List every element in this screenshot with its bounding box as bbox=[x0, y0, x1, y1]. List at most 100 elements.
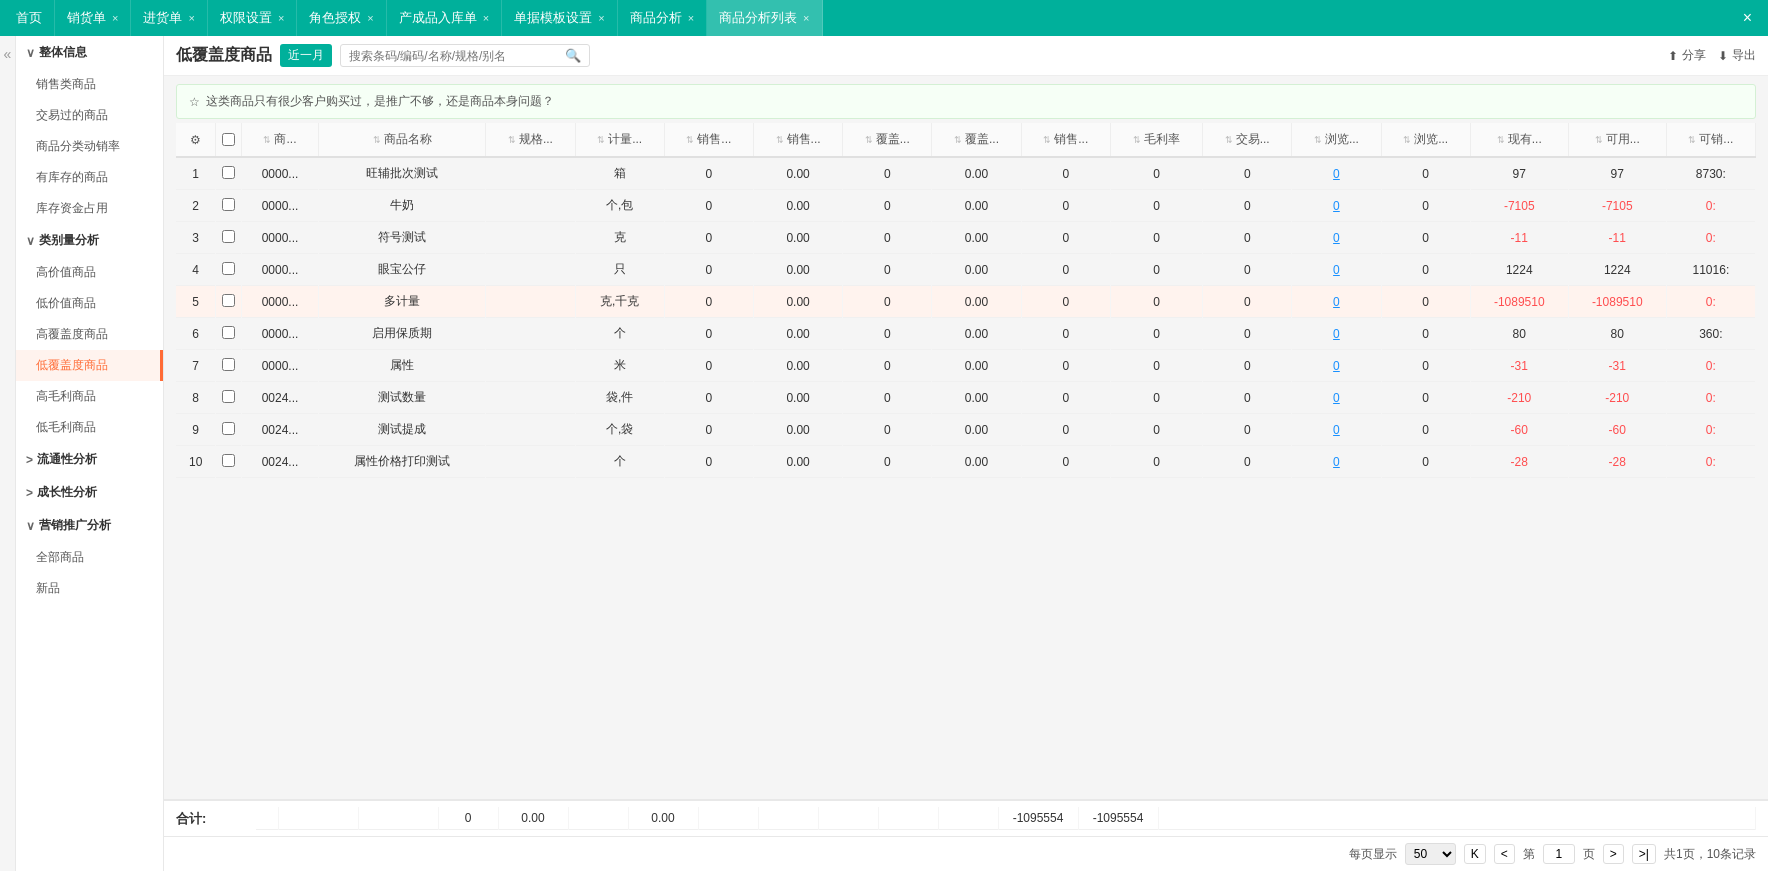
data-table-container[interactable]: ⚙ ⇅商... ⇅商品名称 ⇅规格... ⇅计量... ⇅销售... ⇅销售..… bbox=[176, 123, 1756, 799]
main-layout: « ∨ 整体信息 销售类商品 交易过的商品 商品分类动销率 有库存的商品 库存资… bbox=[0, 36, 1768, 871]
export-button[interactable]: ⬇ 导出 bbox=[1718, 47, 1756, 64]
sidebar-section-category[interactable]: ∨ 类别量分析 bbox=[16, 224, 163, 257]
row-browse1[interactable]: 0 bbox=[1292, 286, 1381, 318]
row-browse1[interactable]: 0 bbox=[1292, 222, 1381, 254]
sidebar-item-low-coverage[interactable]: 低覆盖度商品 bbox=[16, 350, 163, 381]
select-all-checkbox[interactable] bbox=[222, 133, 235, 146]
col-current-stock[interactable]: ⇅现有... bbox=[1470, 123, 1568, 157]
sidebar-item-in-stock[interactable]: 有库存的商品 bbox=[16, 162, 163, 193]
nav-close-permission[interactable]: × bbox=[278, 12, 284, 24]
share-button[interactable]: ⬆ 分享 bbox=[1668, 47, 1706, 64]
sidebar-item-new-products[interactable]: 新品 bbox=[16, 573, 163, 604]
nav-role-auth[interactable]: 角色授权 × bbox=[297, 0, 386, 36]
row-checkbox[interactable] bbox=[216, 222, 242, 254]
row-browse1[interactable]: 0 bbox=[1292, 382, 1381, 414]
sidebar-section-marketing[interactable]: ∨ 营销推广分析 bbox=[16, 509, 163, 542]
row-browse1[interactable]: 0 bbox=[1292, 350, 1381, 382]
col-browse2[interactable]: ⇅浏览... bbox=[1381, 123, 1470, 157]
row-browse1[interactable]: 0 bbox=[1292, 318, 1381, 350]
share-icon: ⬆ bbox=[1668, 49, 1678, 63]
nav-close-template[interactable]: × bbox=[598, 12, 604, 24]
row-checkbox[interactable] bbox=[216, 254, 242, 286]
sidebar-item-stock-capital[interactable]: 库存资金占用 bbox=[16, 193, 163, 224]
row-sales-amount: 0.00 bbox=[753, 446, 842, 478]
sidebar-section-growth[interactable]: > 成长性分析 bbox=[16, 476, 163, 509]
nav-close-analysis-list[interactable]: × bbox=[803, 12, 809, 24]
row-checkbox[interactable] bbox=[216, 157, 242, 190]
sidebar-item-high-margin[interactable]: 高毛利商品 bbox=[16, 381, 163, 412]
sidebar-item-low-value[interactable]: 低价值商品 bbox=[16, 288, 163, 319]
row-sellable: 8730: bbox=[1666, 157, 1755, 190]
sidebar-toggle-button[interactable]: « bbox=[0, 36, 16, 871]
per-page-select[interactable]: 50 10 20 100 bbox=[1405, 843, 1456, 865]
row-browse1[interactable]: 0 bbox=[1292, 254, 1381, 286]
search-input[interactable] bbox=[349, 49, 565, 63]
row-sales-amount: 0.00 bbox=[753, 222, 842, 254]
col-available-stock[interactable]: ⇅可用... bbox=[1568, 123, 1666, 157]
table-row: 2 0000... 牛奶 个,包 0 0.00 0 0.00 0 0 0 0 0… bbox=[176, 190, 1756, 222]
nav-finished-goods[interactable]: 产成品入库单 × bbox=[387, 0, 502, 36]
col-browse1[interactable]: ⇅浏览... bbox=[1292, 123, 1381, 157]
col-cover1[interactable]: ⇅覆盖... bbox=[843, 123, 932, 157]
row-browse1[interactable]: 0 bbox=[1292, 414, 1381, 446]
sidebar-section-overall[interactable]: ∨ 整体信息 bbox=[16, 36, 163, 69]
col-spec[interactable]: ⇅规格... bbox=[486, 123, 575, 157]
nav-close-role[interactable]: × bbox=[367, 12, 373, 24]
row-name: 眼宝公仔 bbox=[318, 254, 486, 286]
nav-close-analysis[interactable]: × bbox=[688, 12, 694, 24]
current-page-input[interactable] bbox=[1543, 844, 1575, 864]
col-sales-qty[interactable]: ⇅销售... bbox=[664, 123, 753, 157]
nav-sales-order[interactable]: 销货单 × bbox=[55, 0, 131, 36]
prev-page-button[interactable]: < bbox=[1494, 844, 1515, 864]
col-checkbox-all[interactable] bbox=[216, 123, 242, 157]
sidebar-section-liquidity[interactable]: > 流通性分析 bbox=[16, 443, 163, 476]
row-code: 0000... bbox=[242, 190, 318, 222]
row-checkbox[interactable] bbox=[216, 286, 242, 318]
row-browse1[interactable]: 0 bbox=[1292, 190, 1381, 222]
nav-close-sales-order[interactable]: × bbox=[112, 12, 118, 24]
nav-home[interactable]: 首页 bbox=[4, 0, 55, 36]
sidebar-item-low-margin[interactable]: 低毛利商品 bbox=[16, 412, 163, 443]
nav-product-analysis-list[interactable]: 商品分析列表 × bbox=[707, 0, 822, 36]
row-checkbox[interactable] bbox=[216, 190, 242, 222]
col-code[interactable]: ⇅商... bbox=[242, 123, 318, 157]
page-word: 页 bbox=[1583, 846, 1595, 863]
sidebar-item-traded-products[interactable]: 交易过的商品 bbox=[16, 100, 163, 131]
sidebar-item-sales-products[interactable]: 销售类商品 bbox=[16, 69, 163, 100]
last-page-button[interactable]: >| bbox=[1632, 844, 1656, 864]
nav-purchase-order[interactable]: 进货单 × bbox=[131, 0, 207, 36]
nav-permission[interactable]: 权限设置 × bbox=[208, 0, 297, 36]
window-close-button[interactable]: × bbox=[1731, 0, 1764, 36]
nav-close-purchase[interactable]: × bbox=[188, 12, 194, 24]
first-page-button[interactable]: K bbox=[1464, 844, 1486, 864]
col-sales3[interactable]: ⇅销售... bbox=[1021, 123, 1110, 157]
nav-close-finished[interactable]: × bbox=[483, 12, 489, 24]
sidebar-item-high-coverage[interactable]: 高覆盖度商品 bbox=[16, 319, 163, 350]
info-banner: ☆ 这类商品只有很少客户购买过，是推广不够，还是商品本身问题？ bbox=[176, 84, 1756, 119]
row-checkbox[interactable] bbox=[216, 318, 242, 350]
row-browse1[interactable]: 0 bbox=[1292, 157, 1381, 190]
row-browse1[interactable]: 0 bbox=[1292, 446, 1381, 478]
col-sellable[interactable]: ⇅可销... bbox=[1666, 123, 1755, 157]
time-filter-button[interactable]: 近一月 bbox=[280, 44, 332, 67]
col-cover2[interactable]: ⇅覆盖... bbox=[932, 123, 1021, 157]
col-trade[interactable]: ⇅交易... bbox=[1203, 123, 1292, 157]
next-page-button[interactable]: > bbox=[1603, 844, 1624, 864]
sidebar-item-category-rate[interactable]: 商品分类动销率 bbox=[16, 131, 163, 162]
row-checkbox[interactable] bbox=[216, 382, 242, 414]
nav-doc-template[interactable]: 单据模板设置 × bbox=[502, 0, 617, 36]
col-gross-margin[interactable]: ⇅毛利率 bbox=[1110, 123, 1202, 157]
sidebar-item-all-products[interactable]: 全部商品 bbox=[16, 542, 163, 573]
sidebar-item-high-value[interactable]: 高价值商品 bbox=[16, 257, 163, 288]
row-checkbox[interactable] bbox=[216, 446, 242, 478]
col-name[interactable]: ⇅商品名称 bbox=[318, 123, 486, 157]
col-unit[interactable]: ⇅计量... bbox=[575, 123, 664, 157]
footer-total-label: 合计: bbox=[176, 810, 256, 828]
per-page-label: 每页显示 bbox=[1349, 846, 1397, 863]
row-cover1: 0 bbox=[843, 318, 932, 350]
nav-product-analysis[interactable]: 商品分析 × bbox=[618, 0, 707, 36]
row-checkbox[interactable] bbox=[216, 350, 242, 382]
col-sales-amount[interactable]: ⇅销售... bbox=[753, 123, 842, 157]
col-settings[interactable]: ⚙ bbox=[176, 123, 216, 157]
row-checkbox[interactable] bbox=[216, 414, 242, 446]
